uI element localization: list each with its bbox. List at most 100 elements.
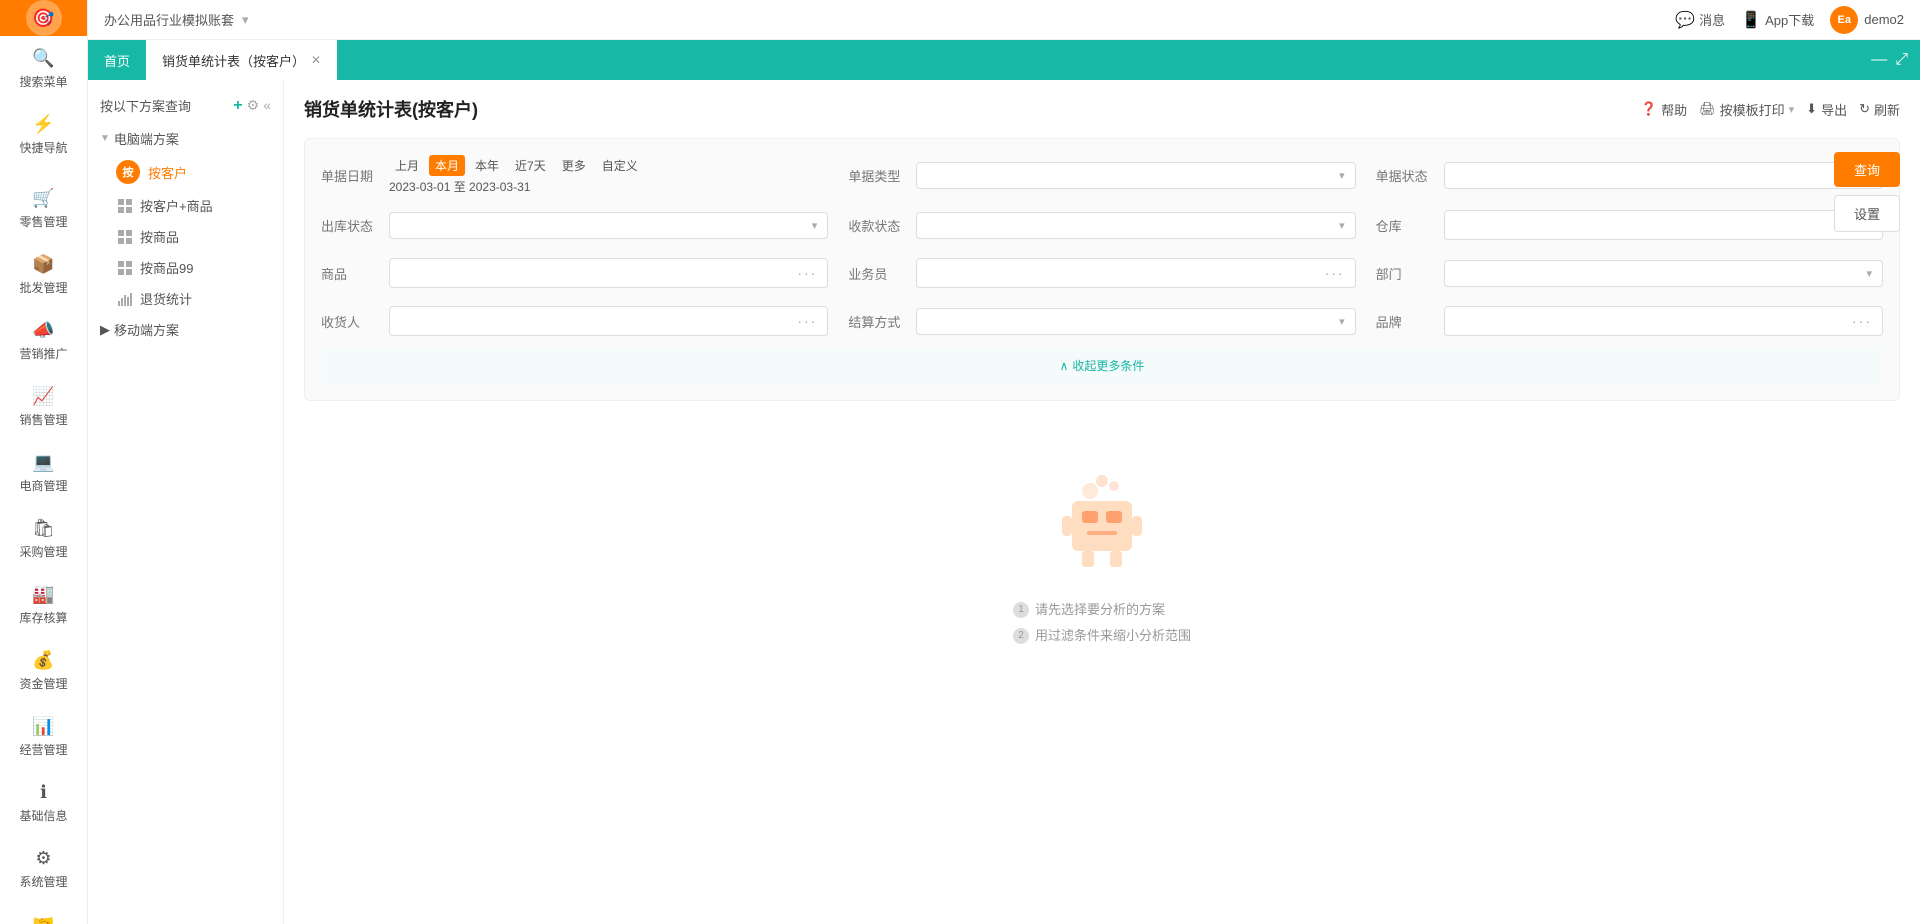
scheme-group-mobile-title[interactable]: ▶ 移动端方案 (88, 314, 283, 345)
sidebar-item-system-label: 系统管理 (19, 873, 67, 890)
brand-control[interactable]: ··· (1444, 306, 1883, 336)
warehouse-control[interactable]: ··· (1444, 210, 1883, 240)
sidebar-item-operations[interactable]: 📊 经营管理 (0, 704, 88, 770)
settlement-chevron: ▾ (1339, 315, 1345, 328)
tab-bar: 首页 销货单统计表（按客户） ✕ — ⤢ (88, 40, 1920, 80)
message-btn[interactable]: 💬 消息 (1675, 10, 1725, 30)
salesperson-select[interactable]: ··· (916, 258, 1355, 288)
dropdown-icon[interactable]: ▾ (242, 12, 249, 28)
scheme-add-btn[interactable]: + (233, 97, 242, 115)
sidebar-item-inventory-label: 库存核算 (19, 609, 67, 626)
tip-num-2: 2 (1013, 628, 1029, 644)
department-control[interactable]: ▾ (1444, 260, 1883, 287)
main-area: 办公用品行业模拟账套 ▾ 💬 消息 📱 App下载 Ea demo2 首页 销货… (88, 0, 1920, 924)
query-button[interactable]: 查询 (1834, 152, 1900, 187)
sidebar-item-ecommerce[interactable]: 💻 电商管理 (0, 440, 88, 506)
scheme-item-by-return[interactable]: 退货统计 (88, 283, 283, 314)
minimize-btn[interactable]: — (1871, 51, 1887, 69)
product-control[interactable]: ··· (389, 258, 828, 288)
scheme-panel-title: 按以下方案查询 (100, 96, 191, 115)
refresh-btn[interactable]: ↻ 刷新 (1859, 100, 1900, 119)
settings-button[interactable]: 设置 (1834, 195, 1900, 232)
scheme-settings-btn[interactable]: ⚙ (247, 97, 260, 115)
warehouse-label: 仓库 (1376, 216, 1436, 235)
app-logo: 🎯 (0, 0, 88, 36)
sidebar-item-basic[interactable]: ℹ 基础信息 (0, 770, 88, 836)
sidebar-item-sales[interactable]: 📈 销售管理 (0, 374, 88, 440)
sidebar-item-retail[interactable]: 🛒 零售管理 (0, 176, 88, 242)
product-dots[interactable]: ··· (797, 265, 817, 281)
product-filter-row: 商品 ··· (321, 255, 828, 291)
sidebar: 🎯 🔍 搜索菜单 ⚡ 快捷导航 🛒 零售管理 📦 批发管理 📣 营销推广 📈 销… (0, 0, 88, 924)
app-download-btn[interactable]: 📱 App下载 (1741, 10, 1814, 30)
sidebar-item-wholesale[interactable]: 📦 批发管理 (0, 242, 88, 308)
header-left: 办公用品行业模拟账套 ▾ (104, 10, 249, 29)
tab-close-btn[interactable]: ✕ (311, 53, 321, 67)
out-status-control[interactable]: ▾ (389, 212, 828, 239)
receipt-status-select[interactable]: ▾ (916, 212, 1355, 239)
out-status-chevron: ▾ (812, 219, 818, 232)
sidebar-item-purchase[interactable]: 🛍 采购管理 (0, 506, 88, 572)
warehouse-select[interactable]: ··· (1444, 210, 1883, 240)
sidebar-item-sales-label: 销售管理 (19, 411, 67, 428)
export-btn[interactable]: ⬇ 导出 (1806, 100, 1847, 119)
salesperson-control[interactable]: ··· (916, 258, 1355, 288)
doc-type-select[interactable]: ▾ (916, 162, 1355, 189)
top-header: 办公用品行业模拟账套 ▾ 💬 消息 📱 App下载 Ea demo2 (88, 0, 1920, 40)
mobile-group-label: 移动端方案 (114, 320, 179, 339)
receiver-select[interactable]: ··· (389, 306, 828, 336)
settlement-select[interactable]: ▾ (916, 308, 1355, 335)
date-tab-this-year[interactable]: 本年 (469, 155, 505, 176)
scheme-group-desktop-title[interactable]: ▼ 电脑端方案 (88, 123, 283, 154)
doc-status-control[interactable]: ▾ (1444, 162, 1883, 189)
doc-status-select[interactable]: ▾ (1444, 162, 1883, 189)
scheme-collapse-btn[interactable]: « (263, 97, 271, 115)
print-btn[interactable]: 🖨 按模板打印 ▾ (1699, 100, 1794, 119)
settlement-control[interactable]: ▾ (916, 308, 1355, 335)
sidebar-item-inventory[interactable]: 🏭 库存核算 (0, 572, 88, 638)
date-tab-this-month[interactable]: 本月 (429, 155, 465, 176)
sidebar-item-finance[interactable]: 💰 资金管理 (0, 638, 88, 704)
salesperson-filter-row: 业务员 ··· (848, 255, 1355, 291)
maximize-btn[interactable]: ⤢ (1895, 51, 1908, 69)
date-tab-last-month[interactable]: 上月 (389, 155, 425, 176)
receipt-status-label: 收款状态 (848, 216, 908, 235)
date-tab-custom[interactable]: 自定义 (596, 155, 644, 176)
print-dropdown-arrow[interactable]: ▾ (1789, 103, 1795, 116)
scheme-item-by-product-99[interactable]: 按商品99 (88, 252, 283, 283)
out-status-select[interactable]: ▾ (389, 212, 828, 239)
sidebar-item-quick-nav[interactable]: ⚡ 快捷导航 (0, 102, 88, 168)
sidebar-item-ecommerce-label: 电商管理 (19, 477, 67, 494)
receipt-status-chevron: ▾ (1339, 219, 1345, 232)
help-btn[interactable]: ❓ 帮助 (1641, 100, 1687, 119)
sidebar-item-search[interactable]: 🔍 搜索菜单 (0, 36, 88, 102)
sidebar-item-marketing[interactable]: 📣 营销推广 (0, 308, 88, 374)
product-select[interactable]: ··· (389, 258, 828, 288)
receiver-label: 收货人 (321, 312, 381, 331)
scheme-item-by-customer-product[interactable]: 按客户+商品 (88, 190, 283, 221)
brand-dots[interactable]: ··· (1852, 313, 1872, 329)
empty-state: 1 请先选择要分析的方案 2 用过滤条件来缩小分析范围 (304, 401, 1900, 709)
department-select[interactable]: ▾ (1444, 260, 1883, 287)
date-tab-last-7[interactable]: 近7天 (509, 155, 552, 176)
collapse-bar[interactable]: ∧ 收起更多条件 (321, 347, 1883, 384)
doc-type-chevron: ▾ (1339, 169, 1345, 182)
brand-filter-row: 品牌 ··· (1376, 303, 1883, 339)
sidebar-item-system[interactable]: ⚙ 系统管理 (0, 836, 88, 902)
doc-type-control[interactable]: ▾ (916, 162, 1355, 189)
scheme-item-by-product[interactable]: 按商品 (88, 221, 283, 252)
date-tab-more[interactable]: 更多 (556, 155, 592, 176)
receiver-control[interactable]: ··· (389, 306, 828, 336)
scheme-item-by-customer[interactable]: 按 按客户 (88, 154, 283, 190)
empty-tip-1: 1 请先选择要分析的方案 (1013, 597, 1191, 623)
brand-select[interactable]: ··· (1444, 306, 1883, 336)
sidebar-item-enterprise[interactable]: 🤝 企业协同 (0, 902, 88, 924)
tab-home[interactable]: 首页 (88, 40, 146, 80)
receipt-status-control[interactable]: ▾ (916, 212, 1355, 239)
user-area[interactable]: Ea demo2 (1830, 6, 1904, 34)
salesperson-label: 业务员 (848, 264, 908, 283)
tab-sales-stat[interactable]: 销货单统计表（按客户） ✕ (146, 40, 337, 80)
receiver-dots[interactable]: ··· (797, 313, 817, 329)
salesperson-dots[interactable]: ··· (1325, 265, 1345, 281)
page-title-bar: 销货单统计表(按客户) ❓ 帮助 🖨 按模板打印 ▾ ⬇ 导出 (304, 96, 1900, 122)
